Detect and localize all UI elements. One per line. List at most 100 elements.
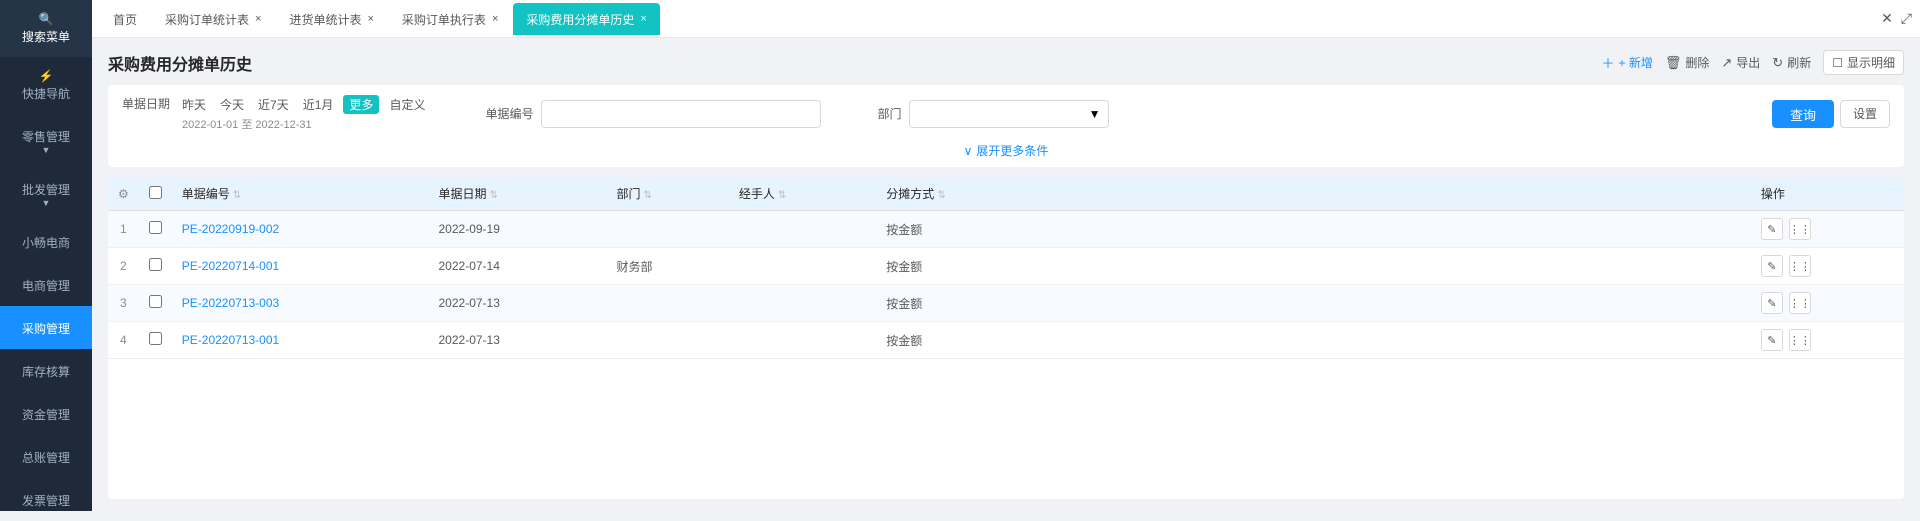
table-col-checkbox[interactable] — [139, 177, 172, 211]
table-col-handler[interactable]: 经手人⇅ — [729, 177, 876, 211]
row-handler-3 — [729, 322, 876, 359]
page-header: 采购费用分摊单历史 ＋ + 新增 🗑 删除 ↗ 导出 ↻ 刷新 — [108, 50, 1904, 75]
date-custom-btn[interactable]: 自定义 — [385, 95, 429, 114]
tab-purchase-cost-history[interactable]: 采购费用分摊单历史 × — [513, 3, 659, 35]
chevron-down-icon: ∨ — [964, 144, 973, 158]
maximize-icon[interactable]: ⤢ — [1901, 10, 1912, 27]
row-checkbox-0[interactable] — [139, 211, 172, 248]
sidebar-item-inventory[interactable]: 库存核算 — [0, 349, 92, 392]
sidebar-item-ecommerce[interactable]: 电商管理 — [0, 263, 92, 306]
sidebar-item-quicknav[interactable]: ⚡ 快捷导航 — [0, 57, 92, 114]
sidebar-item-ecommerce-small[interactable]: 小畅电商 — [0, 220, 92, 263]
data-table-wrap: ⚙ 单据编号⇅ 单据日期⇅ 部门⇅ 经手人⇅ 分摊方式⇅ 操作 1 PE-202… — [108, 177, 1904, 499]
close-all-tabs-icon[interactable]: ✕ — [1881, 10, 1893, 27]
row-checkbox-1[interactable] — [139, 248, 172, 285]
expand-more-btn[interactable]: ∨ 展开更多条件 — [122, 140, 1890, 161]
row-edit-btn-3[interactable]: ✎ — [1761, 329, 1783, 351]
row-num-2: 3 — [108, 285, 139, 322]
refresh-button[interactable]: ↻ 刷新 — [1772, 54, 1811, 71]
header-actions: ＋ + 新增 🗑 删除 ↗ 导出 ↻ 刷新 ☐ 显示明细 — [1601, 50, 1904, 75]
tab-bar: 首页 采购订单统计表 × 进货单统计表 × 采购订单执行表 × 采购费用分摊单历… — [92, 0, 1920, 38]
sort-docno-icon: ⇅ — [233, 190, 241, 201]
export-button[interactable]: ↗ 导出 — [1721, 54, 1760, 71]
query-button[interactable]: 查询 — [1772, 100, 1834, 128]
dept-select[interactable]: ▼ — [909, 100, 1109, 128]
row-num-3: 4 — [108, 322, 139, 359]
checkbox-icon: ☐ — [1832, 56, 1843, 70]
sort-method-icon: ⇅ — [937, 190, 945, 201]
sort-dept-icon: ⇅ — [643, 190, 651, 201]
delete-button[interactable]: 🗑 删除 — [1665, 54, 1710, 71]
row-method-1: 按金额 — [876, 248, 1751, 285]
sort-handler-icon: ⇅ — [778, 190, 786, 201]
row-more-btn-0[interactable]: ⋮⋮ — [1789, 218, 1811, 240]
row-checkbox-3[interactable] — [139, 322, 172, 359]
show-cols-button[interactable]: ☐ 显示明细 — [1823, 50, 1904, 75]
tab-purchase-order-exec[interactable]: 采购订单执行表 × — [389, 3, 511, 35]
date-1month-btn[interactable]: 近1月 — [299, 95, 338, 114]
table-col-method[interactable]: 分摊方式⇅ — [876, 177, 1751, 211]
sidebar-item-retail[interactable]: 零售管理 ▼ — [0, 114, 92, 167]
main-area: 首页 采购订单统计表 × 进货单统计表 × 采购订单执行表 × 采购费用分摊单历… — [92, 0, 1920, 511]
table-col-date[interactable]: 单据日期⇅ — [429, 177, 607, 211]
row-docno-2[interactable]: PE-20220713-003 — [172, 285, 429, 322]
sort-date-icon: ⇅ — [490, 190, 498, 201]
select-all-checkbox[interactable] — [149, 186, 162, 199]
row-edit-btn-2[interactable]: ✎ — [1761, 292, 1783, 314]
row-docno-1[interactable]: PE-20220714-001 — [172, 248, 429, 285]
sidebar: 🔍 搜索菜单 ⚡ 快捷导航 零售管理 ▼ 批发管理 ▼ 小畅电商 电商管理 采购… — [0, 0, 92, 511]
table-col-settings[interactable]: ⚙ — [108, 177, 139, 211]
tab-home[interactable]: 首页 — [100, 3, 150, 35]
date-7days-btn[interactable]: 近7天 — [254, 95, 293, 114]
dept-filter-label: 部门 — [877, 105, 901, 122]
date-today-btn[interactable]: 今天 — [216, 95, 248, 114]
close-tab-3-icon[interactable]: × — [492, 13, 498, 25]
row-actions-3: ✎ ⋮⋮ — [1751, 322, 1904, 359]
table-col-dept[interactable]: 部门⇅ — [606, 177, 728, 211]
row-num-1: 2 — [108, 248, 139, 285]
row-more-btn-1[interactable]: ⋮⋮ — [1789, 255, 1811, 277]
tab-inbound-stats[interactable]: 进货单统计表 × — [276, 3, 386, 35]
add-button[interactable]: ＋ + 新增 — [1601, 53, 1652, 72]
docno-filter-label: 单据编号 — [485, 105, 533, 122]
close-tab-2-icon[interactable]: × — [367, 13, 373, 25]
date-more-btn[interactable]: 更多 — [343, 95, 379, 114]
docno-input[interactable] — [541, 100, 821, 128]
row-dept-2 — [606, 285, 728, 322]
dept-select-arrow-icon: ▼ — [1089, 107, 1101, 121]
row-edit-btn-0[interactable]: ✎ — [1761, 218, 1783, 240]
table-col-docno[interactable]: 单据编号⇅ — [172, 177, 429, 211]
table-row: 1 PE-20220919-002 2022-09-19 按金额 ✎ ⋮⋮ — [108, 211, 1904, 248]
row-more-btn-3[interactable]: ⋮⋮ — [1789, 329, 1811, 351]
sidebar-item-invoice[interactable]: 发票管理 — [0, 478, 92, 521]
row-method-2: 按金额 — [876, 285, 1751, 322]
row-date-2: 2022-07-13 — [429, 285, 607, 322]
filter-area: 单据日期 昨天 今天 近7天 近1月 更多 自定义 2022-01-01 至 2… — [108, 85, 1904, 167]
tab-purchase-order-stats[interactable]: 采购订单统计表 × — [152, 3, 274, 35]
row-more-btn-2[interactable]: ⋮⋮ — [1789, 292, 1811, 314]
row-docno-0[interactable]: PE-20220919-002 — [172, 211, 429, 248]
row-date-3: 2022-07-13 — [429, 322, 607, 359]
row-handler-1 — [729, 248, 876, 285]
date-yesterday-btn[interactable]: 昨天 — [178, 95, 210, 114]
refresh-icon: ↻ — [1772, 55, 1783, 71]
row-actions-1: ✎ ⋮⋮ — [1751, 248, 1904, 285]
row-dept-0 — [606, 211, 728, 248]
delete-icon: 🗑 — [1665, 55, 1682, 71]
table-row: 2 PE-20220714-001 2022-07-14 财务部 按金额 ✎ ⋮… — [108, 248, 1904, 285]
close-tab-1-icon[interactable]: × — [255, 13, 261, 25]
settings-button[interactable]: 设置 — [1840, 100, 1890, 128]
row-docno-3[interactable]: PE-20220713-001 — [172, 322, 429, 359]
sidebar-item-search[interactable]: 🔍 搜索菜单 — [0, 0, 92, 57]
sidebar-item-ledger[interactable]: 总账管理 — [0, 435, 92, 478]
sidebar-item-finance[interactable]: 资金管理 — [0, 392, 92, 435]
close-tab-4-icon[interactable]: × — [640, 13, 646, 25]
sidebar-item-wholesale[interactable]: 批发管理 ▼ — [0, 167, 92, 220]
sidebar-item-purchase[interactable]: 采购管理 — [0, 306, 92, 349]
row-handler-0 — [729, 211, 876, 248]
page-title: 采购费用分摊单历史 — [108, 51, 252, 75]
row-dept-1: 财务部 — [606, 248, 728, 285]
date-filter-label: 单据日期 — [122, 95, 170, 112]
row-checkbox-2[interactable] — [139, 285, 172, 322]
row-edit-btn-1[interactable]: ✎ — [1761, 255, 1783, 277]
